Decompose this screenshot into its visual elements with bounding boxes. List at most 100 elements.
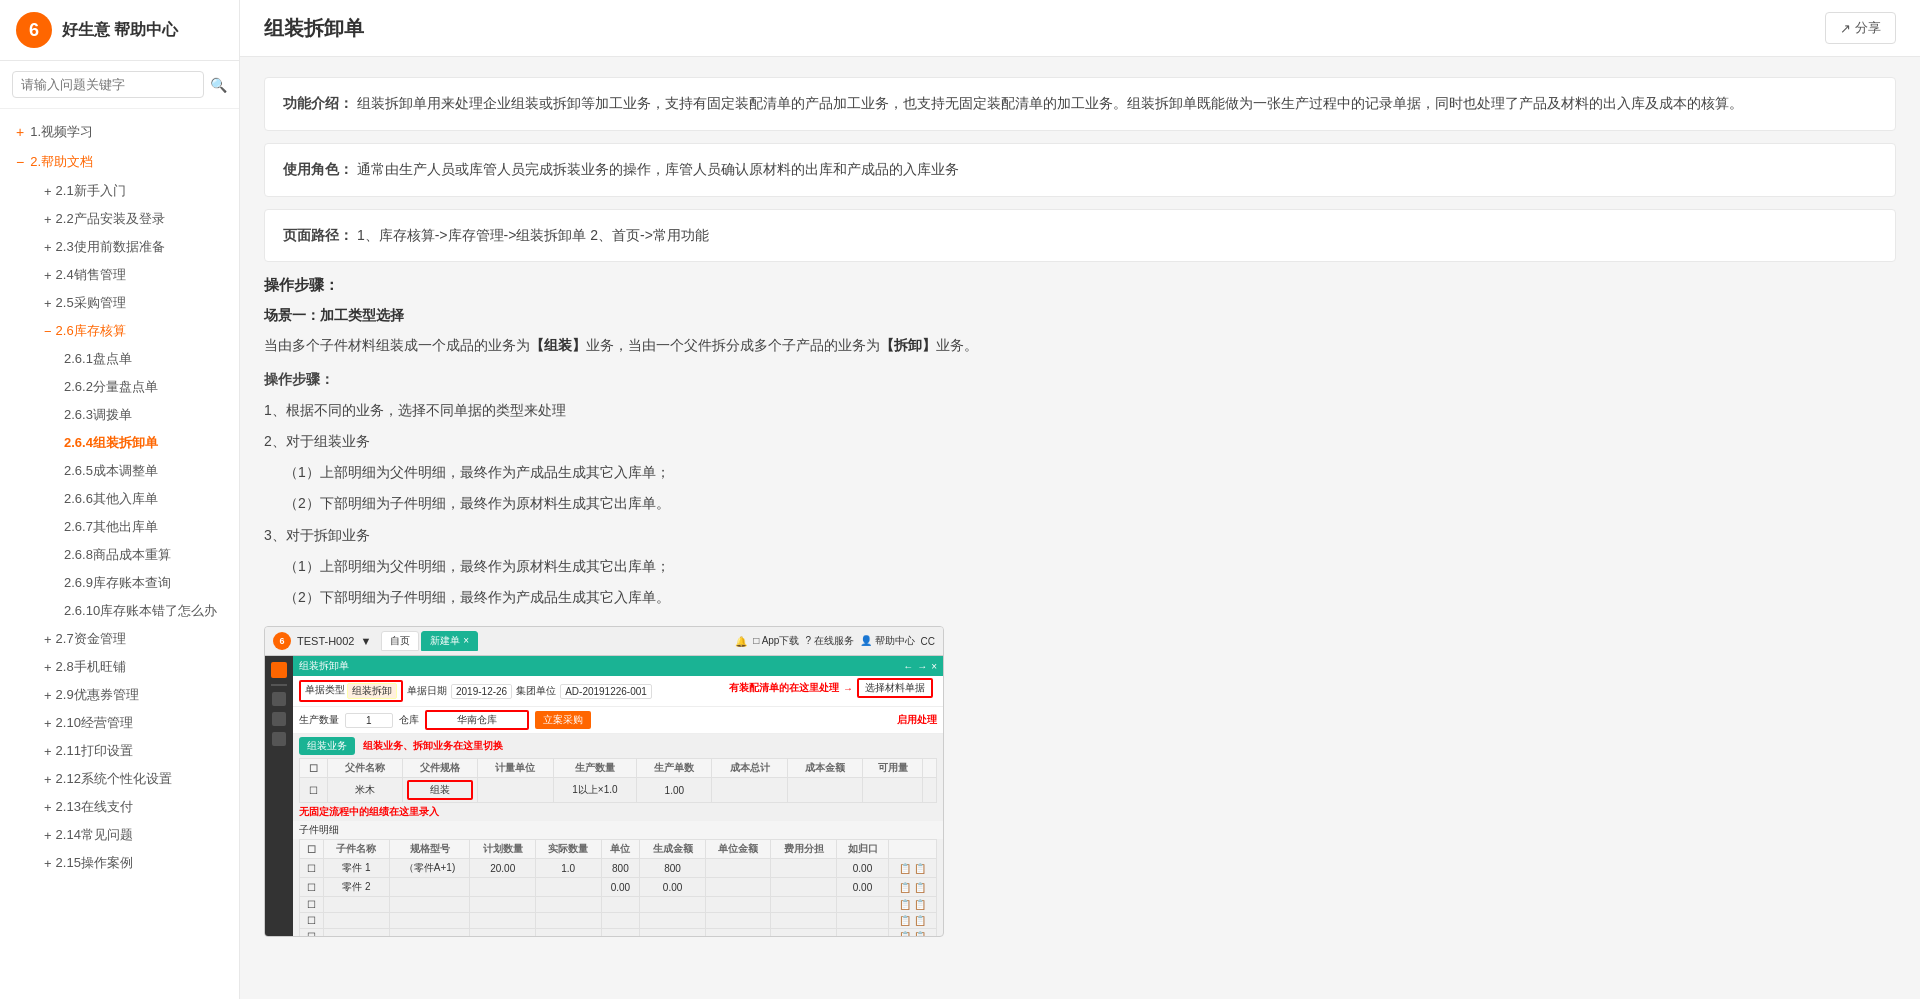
scr-username: CC [921,636,935,647]
sidebar-item-mobile[interactable]: + 2.8手机旺铺 [28,653,239,681]
scr-upper-table-wrapper: ☐ 父件名称 父件规格 计量单位 生产数量 生产单数 成本总计 成本金额 可用量 [293,758,943,803]
ops-title: 操作步骤： [264,276,1896,295]
sidebar-item-customize[interactable]: + 2.12系统个性化设置 [28,765,239,793]
sidebar-item-docs[interactable]: − 2.帮助文档 [0,147,239,177]
ann5-text: 无固定流程中的组绩在这里录入 [299,805,439,819]
sidebar-item-stock-error[interactable]: 2.6.10库存账本错了怎么办 [48,597,239,625]
sidebar-item-ops[interactable]: + 2.10经营管理 [28,709,239,737]
path-text: 1、库存核算->库存管理->组装拆卸单 2、首页->常用功能 [357,227,709,243]
sidebar-item-stock-ledger[interactable]: 2.6.9库存账本查询 [48,569,239,597]
scr-assembly-tab[interactable]: 组装业务 [299,737,355,755]
sidebar-item-other-out[interactable]: 2.6.7其他出库单 [48,513,239,541]
sidebar-item-stocktake[interactable]: 2.6.1盘点单 [48,345,239,373]
sidebar-item-other-in[interactable]: 2.6.6其他入库单 [48,485,239,513]
scr-form-toolbar: 单据类型 组装拆卸 单据日期 2019-12-26 集团单位 AD-201912… [293,676,943,707]
plus-icon: + [44,800,52,815]
page-title: 组装拆卸单 [264,15,364,42]
plus-icon: + [44,716,52,731]
th-unit: 计量单位 [478,759,553,778]
scr-lower-section-header: 子件明细 [293,821,943,839]
th-cost-amount: 成本金额 [787,759,862,778]
plus-icon: + [44,268,52,283]
scr-icon-bar [265,656,293,936]
scr-company: TEST-H002 [297,635,354,647]
sidebar-item-cases[interactable]: + 2.15操作案例 [28,849,239,877]
td-prod-qty: 1以上×1.0 [553,778,637,803]
scr-icon2 [272,692,286,706]
func-intro-label: 功能介绍： [283,95,353,111]
sidebar-item-coupon[interactable]: + 2.9优惠券管理 [28,681,239,709]
lth-actual-qty: 实际数量 [535,840,601,859]
main-header: 组装拆卸单 ↗ 分享 [240,0,1920,57]
sidebar-item-payment[interactable]: + 2.13在线支付 [28,793,239,821]
sidebar-item-cost-recalc[interactable]: 2.6.8商品成本重算 [48,541,239,569]
sidebar-item-cost-adjust[interactable]: 2.6.5成本调整单 [48,457,239,485]
scene1-steps-title: 操作步骤： [264,367,1896,392]
path-label: 页面路径： [283,227,353,243]
scr-icon1 [271,662,287,678]
scr-annotation5-row: 无固定流程中的组绩在这里录入 [293,803,943,821]
lower-table-row-3: ☐📋 📋 [300,897,937,913]
sidebar-item-inventory[interactable]: − 2.6库存核算 [28,317,239,345]
search-box: 🔍 [0,61,239,109]
sidebar-item-assembly[interactable]: 2.6.4组装拆卸单 [48,429,239,457]
plus-icon: + [44,660,52,675]
ann3-text: 组装业务、拆卸业务在这里切换 [363,739,503,753]
th-prod-qty: 生产数量 [553,759,637,778]
scr-qty-value: 1 [345,713,393,728]
scr-icon4 [272,732,286,746]
td-name: 米木 [327,778,402,803]
search-input[interactable] [12,71,204,98]
td-action-btns [923,778,937,803]
lth-check: ☐ [300,840,324,859]
lth-unit: 单位 [601,840,640,859]
th-actions [923,759,937,778]
th-parent-name: 父件名称 [327,759,402,778]
sidebar-item-partial-stock[interactable]: 2.6.2分量盘点单 [48,373,239,401]
scr-date-value: 2019-12-26 [451,684,512,699]
sidebar-item-purchase[interactable]: + 2.5采购管理 [28,289,239,317]
sidebar-item-newbie[interactable]: + 2.1新手入门 [28,177,239,205]
scr-no-label: 集团单位 [516,684,556,698]
ann1-btn: 选择材料单据 [865,682,925,693]
sidebar-item-faq[interactable]: + 2.14常见问题 [28,821,239,849]
scene1-title: 场景一：加工类型选择 [264,307,1896,325]
scr-type-label: 单据类型 [305,683,345,699]
plus-icon: + [16,124,24,140]
scr-tab-home[interactable]: 自页 [381,631,419,651]
sidebar-item-finance[interactable]: + 2.7资金管理 [28,625,239,653]
scr-main-panel: 组装拆卸单 ← → × 单据类型 组装拆卸 单据日期 [293,656,943,936]
scr-help-icon: ? 在线服务 [805,634,853,648]
sidebar-item-data-prep[interactable]: + 2.3使用前数据准备 [28,233,239,261]
scr-subform: 生产数量 1 仓库 华南仓库 立案采购 启用处理 [293,707,943,734]
scr-window-header: 组装拆卸单 ← → × [293,656,943,676]
td-prod-single: 1.00 [637,778,712,803]
scr-tab-new[interactable]: 新建单 × [421,631,478,651]
lth-plan-qty: 计划数量 [470,840,536,859]
func-intro-text: 组装拆卸单用来处理企业组装或拆卸等加工业务，支持有固定装配清单的产品加工业务，也… [357,95,1743,111]
plus-icon: + [44,184,52,199]
scr-wh-value: 华南仓库 [457,714,497,725]
search-button[interactable]: 🔍 [210,77,227,93]
step-2-1: （1）上部明细为父件明细，最终作为产成品生成其它入库单； [264,460,1896,485]
sidebar-item-transfer[interactable]: 2.6.3调拨单 [48,401,239,429]
plus-icon: + [44,240,52,255]
plus-icon: + [44,688,52,703]
role-text: 通常由生产人员或库管人员完成拆装业务的操作，库管人员确认原材料的出库和产成品的入… [357,161,959,177]
scene1-desc: 当由多个子件材料组装成一个成品的业务为【组装】业务，当由一个父件拆分成多个子产品… [264,333,1896,358]
scr-wh-label: 仓库 [399,713,419,727]
plus-icon: + [44,744,52,759]
ann1-arrow: → [843,683,853,694]
scr-save-btn[interactable]: 立案采购 [535,711,591,729]
sidebar-item-videos[interactable]: + 1.视频学习 [0,117,239,147]
sidebar-item-install[interactable]: + 2.2产品安装及登录 [28,205,239,233]
share-button[interactable]: ↗ 分享 [1825,12,1896,44]
sub-list-docs: + 2.1新手入门 + 2.2产品安装及登录 + 2.3使用前数据准备 + 2.… [0,177,239,877]
sidebar-item-print[interactable]: + 2.11打印设置 [28,737,239,765]
scr-topright: 🔔 □ App下载 ? 在线服务 👤 帮助中心 CC [735,634,935,648]
th-check: ☐ [300,759,328,778]
plus-icon: + [44,856,52,871]
scr-bell-icon: 🔔 [735,636,747,647]
sidebar-item-sales[interactable]: + 2.4销售管理 [28,261,239,289]
scr-dropdown-icon: ▼ [360,635,371,647]
